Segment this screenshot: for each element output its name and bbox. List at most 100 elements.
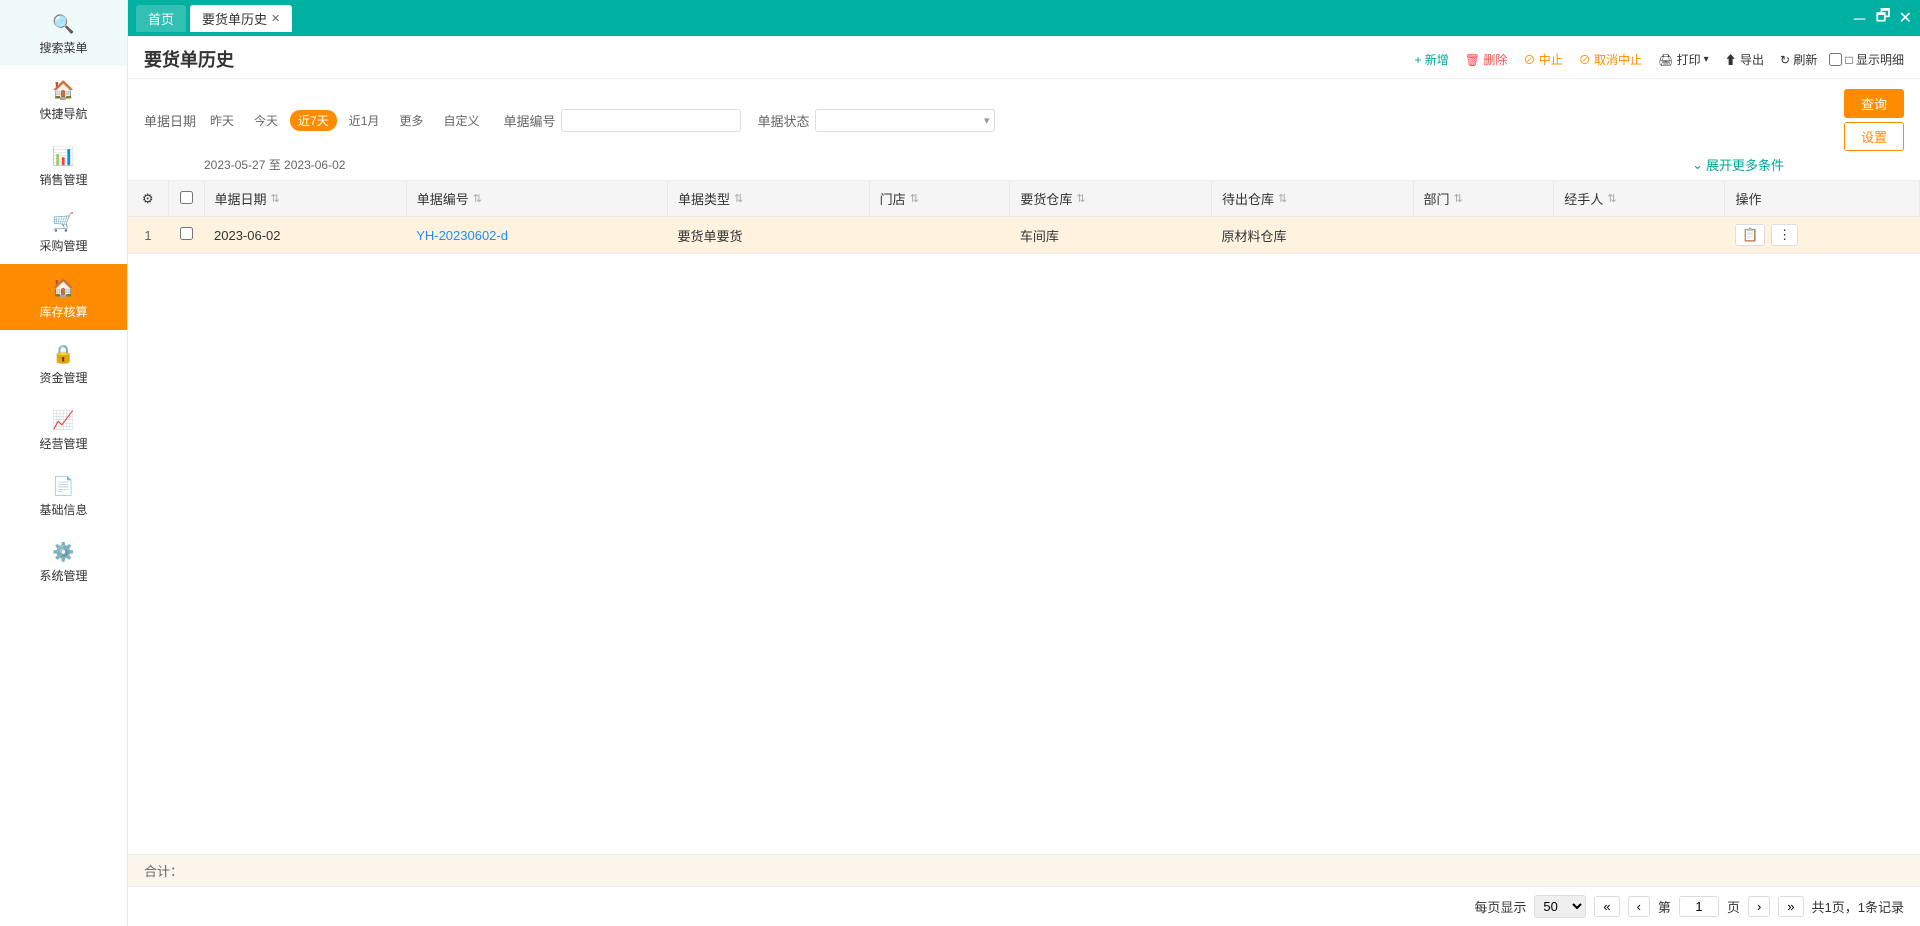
filter-group-status: 单据状态 ▾: [757, 109, 995, 132]
col-doc-no-label: 单据编号: [417, 189, 469, 208]
window-minimize-button[interactable]: －: [1852, 6, 1868, 30]
refresh-button[interactable]: ↻ 刷新: [1776, 49, 1821, 70]
row-more-button[interactable]: ⋮: [1771, 224, 1798, 246]
filter-row-2: 2023-05-27 至 2023-06-02 ⌄ 展开更多条件: [144, 155, 1904, 174]
cell-no: 1: [128, 217, 168, 254]
status-select[interactable]: [815, 109, 995, 132]
print-button[interactable]: 🖨 打印 ▾: [1654, 49, 1713, 70]
col-settings[interactable]: ⚙: [128, 181, 168, 217]
window-restore-button[interactable]: 🗗: [1876, 5, 1891, 32]
page-suffix-label: 页: [1727, 897, 1740, 916]
col-req-warehouse-sort-icon[interactable]: ⇅: [1076, 192, 1085, 205]
doc-no-link[interactable]: YH-20230602-d: [416, 228, 508, 243]
docno-filter-label: 单据编号: [503, 111, 555, 130]
content-area: 要货单历史 + 新增 🗑 删除 ⊘ 中止 ⊘ 取消中止 🖨 打印 ▾: [128, 36, 1920, 926]
inventory-icon: 🏠: [52, 278, 74, 299]
show-detail-toggle[interactable]: □ 显示明细: [1829, 51, 1904, 68]
date-chip-更多[interactable]: 更多: [391, 110, 431, 131]
sidebar-item-sales[interactable]: 📊销售管理: [0, 132, 127, 198]
filter-group-date: 单据日期 昨天今天近7天近1月更多自定义: [144, 110, 487, 131]
sidebar-item-finance[interactable]: 🔒资金管理: [0, 330, 127, 396]
cell-doc-no: YH-20230602-d: [406, 217, 667, 254]
row-copy-button[interactable]: 📋: [1735, 224, 1765, 246]
per-page-select[interactable]: 50 20 100: [1534, 895, 1586, 918]
col-doc-no: 单据编号 ⇅: [406, 181, 667, 217]
stop-button-label: ⊘ 中止: [1523, 51, 1562, 68]
last-page-button[interactable]: »: [1778, 896, 1803, 917]
tab-home[interactable]: 首页: [136, 5, 186, 32]
sidebar-item-label: 资金管理: [39, 369, 87, 386]
query-button[interactable]: 查询: [1844, 89, 1904, 118]
operations-icon: 📈: [52, 410, 74, 431]
date-chip-昨天[interactable]: 昨天: [202, 110, 242, 131]
expand-more-button[interactable]: ⌄ 展开更多条件: [1692, 155, 1784, 174]
cell-pending-warehouse: 原材料仓库: [1211, 217, 1413, 254]
print-dropdown-icon[interactable]: ▾: [1704, 54, 1709, 65]
row-checkbox[interactable]: [180, 227, 193, 240]
sidebar-item-inventory[interactable]: 🏠库存核算: [0, 264, 127, 330]
sidebar-item-purchase[interactable]: 🛒采购管理: [0, 198, 127, 264]
total-info: 共1页，1条记录: [1812, 897, 1904, 916]
filter-row-1: 单据日期 昨天今天近7天近1月更多自定义 单据编号 单据状态: [144, 89, 1904, 151]
filter-bar: 单据日期 昨天今天近7天近1月更多自定义 单据编号 单据状态: [128, 79, 1920, 181]
cell-req-warehouse: 车间库: [1010, 217, 1212, 254]
col-store-sort-icon[interactable]: ⇅: [910, 192, 919, 205]
col-store-label: 门店: [880, 189, 906, 208]
sidebar-item-label: 系统管理: [39, 567, 87, 584]
sidebar-item-label: 快捷导航: [39, 105, 87, 122]
date-chip-近1月[interactable]: 近1月: [341, 110, 388, 131]
cell-checkbox: [168, 217, 204, 254]
next-page-button[interactable]: ›: [1748, 896, 1770, 917]
page-number-input[interactable]: [1679, 896, 1719, 917]
col-pending-warehouse-sort-icon[interactable]: ⇅: [1278, 192, 1287, 205]
col-department-sort-icon[interactable]: ⇅: [1454, 192, 1463, 205]
sidebar-item-operations[interactable]: 📈经营管理: [0, 396, 127, 462]
date-chip-今天[interactable]: 今天: [246, 110, 286, 131]
col-operations-label: 操作: [1735, 192, 1761, 207]
sidebar-item-basic-info[interactable]: 📄基础信息: [0, 462, 127, 528]
show-detail-checkbox[interactable]: [1829, 53, 1842, 66]
data-table: ⚙ 单据日期 ⇅ 单据编号: [128, 181, 1920, 254]
toolbar: + 新增 🗑 删除 ⊘ 中止 ⊘ 取消中止 🖨 打印 ▾ ⬆ 导出: [1410, 49, 1904, 70]
tab-requisition-history[interactable]: 要货单历史 ✕: [190, 5, 292, 32]
export-button[interactable]: ⬆ 导出: [1721, 49, 1768, 70]
tab-close-icon[interactable]: ✕: [271, 12, 280, 25]
first-page-button[interactable]: «: [1594, 896, 1619, 917]
sidebar-item-system[interactable]: ⚙️系统管理: [0, 528, 127, 594]
status-filter-label: 单据状态: [757, 111, 809, 130]
tab-home-label: 首页: [148, 9, 174, 28]
docno-input[interactable]: [561, 109, 741, 132]
new-button[interactable]: + 新增: [1410, 49, 1452, 70]
col-checkbox: [168, 181, 204, 217]
sidebar-item-quick-nav[interactable]: 🏠快捷导航: [0, 66, 127, 132]
col-doc-date: 单据日期 ⇅: [204, 181, 406, 217]
prev-page-button[interactable]: ‹: [1628, 896, 1650, 917]
table-header: ⚙ 单据日期 ⇅ 单据编号: [128, 181, 1920, 217]
stop-button[interactable]: ⊘ 中止: [1519, 49, 1566, 70]
page-prefix-label: 第: [1658, 897, 1671, 916]
purchase-icon: 🛒: [52, 212, 74, 233]
filter-group-docno: 单据编号: [503, 109, 741, 132]
search-icon: 🔍: [52, 14, 74, 35]
col-doc-type-sort-icon[interactable]: ⇅: [734, 192, 743, 205]
date-filter-label: 单据日期: [144, 111, 196, 130]
table-row[interactable]: 1 2023-06-02 YH-20230602-d 要货单要货 车间库 原材料…: [128, 217, 1920, 254]
select-all-checkbox[interactable]: [180, 191, 193, 204]
date-chip-自定义[interactable]: 自定义: [435, 110, 487, 131]
window-close-button[interactable]: ✕: [1899, 8, 1912, 28]
page-title: 要货单历史: [144, 46, 234, 72]
cancel-stop-button[interactable]: ⊘ 取消中止: [1575, 49, 1646, 70]
sales-icon: 📊: [52, 146, 74, 167]
col-handler-sort-icon[interactable]: ⇅: [1607, 192, 1616, 205]
cell-department: [1413, 217, 1554, 254]
col-doc-type-label: 单据类型: [678, 189, 730, 208]
date-chip-近7天[interactable]: 近7天: [290, 110, 337, 131]
sidebar-item-search[interactable]: 🔍搜索菜单: [0, 0, 127, 66]
col-doc-type: 单据类型 ⇅: [668, 181, 870, 217]
row-actions: 📋 ⋮: [1735, 224, 1910, 246]
cell-handler: [1554, 217, 1725, 254]
col-doc-date-sort-icon[interactable]: ⇅: [271, 192, 280, 205]
col-doc-no-sort-icon[interactable]: ⇅: [473, 192, 482, 205]
delete-button[interactable]: 🗑 删除: [1461, 49, 1512, 70]
settings-button[interactable]: 设置: [1844, 122, 1904, 151]
